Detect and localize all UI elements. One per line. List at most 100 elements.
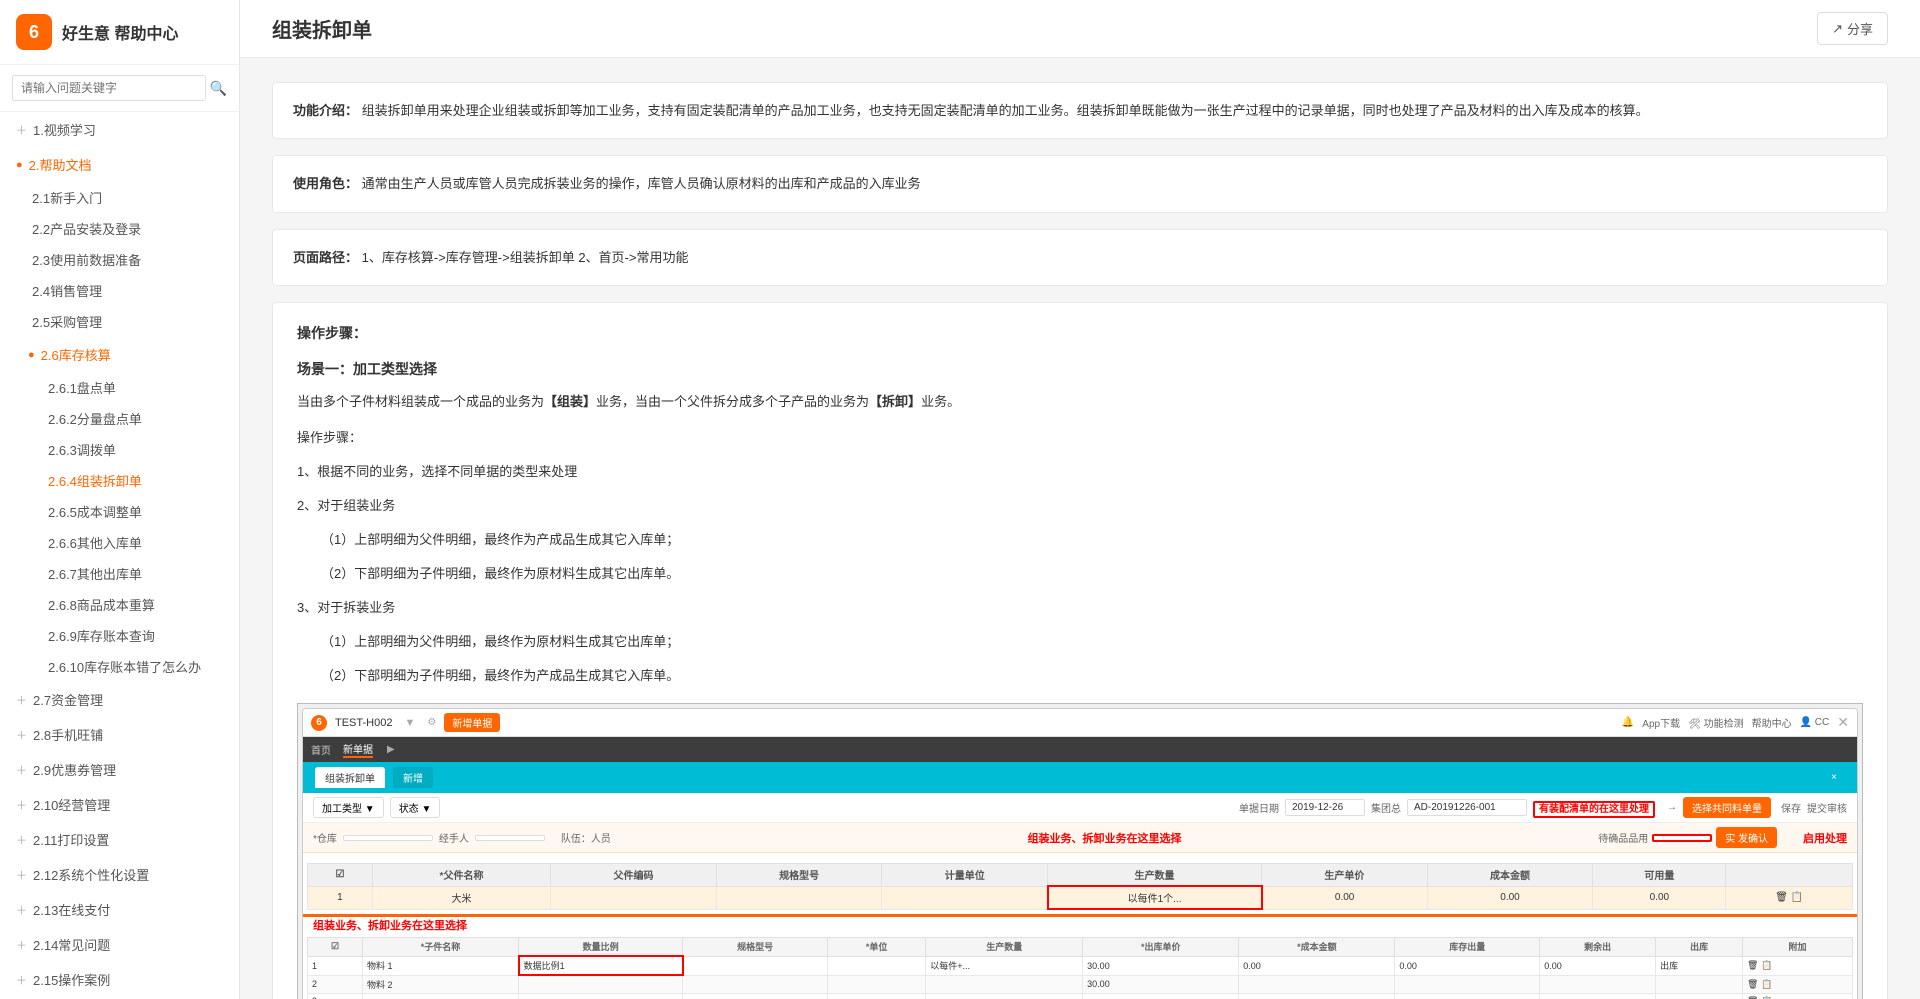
- step2-1: （1）上部明细为父件明细，最终作为产成品生成其它入库单；: [297, 527, 1863, 553]
- sidebar-item-count[interactable]: 2.6.1盘点单: [0, 372, 239, 403]
- sidebar-item-mobile[interactable]: ＋ 2.8手机旺铺: [0, 717, 239, 752]
- logo-area: 6 好生意 帮助中心: [0, 0, 239, 65]
- sidebar-item-purchase[interactable]: 2.5采购管理: [0, 306, 239, 337]
- col-parent-code: 父件编码: [551, 864, 717, 887]
- app-logo-small: 6: [311, 715, 327, 731]
- parent-table-section: ☑ *父件名称 父件编码 规格型号 计量单位 生产数量 生产单价 成本金额 可用…: [303, 853, 1857, 914]
- sidebar-item-label: 2.帮助文档: [29, 155, 92, 174]
- warehouse-field[interactable]: [343, 835, 433, 841]
- collapse-icon: ●: [16, 159, 23, 171]
- role-text: 通常由生产人员或库管人员完成拆装业务的操作，库管人员确认原材料的出库和产成品的入…: [362, 176, 921, 191]
- sidebar-item-stock-wrong[interactable]: 2.6.10库存账本错了怎么办: [0, 651, 239, 682]
- teal-tab-new[interactable]: 新增: [393, 767, 433, 788]
- btn-select-bom[interactable]: 选择共同料单量: [1683, 797, 1771, 818]
- search-button[interactable]: 🔍: [210, 80, 227, 97]
- btn-type-select[interactable]: 加工类型 ▼: [313, 797, 384, 818]
- role-label: 使用角色：: [293, 176, 358, 191]
- fake-nav-stock[interactable]: 新单据: [343, 741, 373, 758]
- sidebar: 6 好生意 帮助中心 🔍 ＋ 1.视频学习 ● 2.帮助文档 2.1新手入门 2…: [0, 0, 240, 999]
- step3-1: （1）上部明细为父件明细，最终作为原材料生成其它出库单；: [297, 629, 1863, 655]
- window-id: TEST-H002: [335, 717, 392, 729]
- new-doc-btn[interactable]: 新增单据: [444, 713, 500, 732]
- bill-date-field[interactable]: 2019-12-26: [1285, 799, 1365, 816]
- sidebar-item-label: 2.14常见问题: [33, 935, 110, 954]
- table-row: 2 物料 2 30.00: [308, 975, 1853, 993]
- form-row: *仓库 经手人 队伍：人员 组装业务、拆卸业务在这里选择 待确品品用: [303, 823, 1857, 853]
- search-input[interactable]: [12, 75, 206, 101]
- sidebar-item-label: 1.视频学习: [33, 120, 96, 139]
- intro-label: 功能介绍：: [293, 103, 358, 118]
- expand-icon: ＋: [16, 762, 27, 778]
- sidebar-item-online-pay[interactable]: ＋ 2.13在线支付: [0, 892, 239, 927]
- sidebar-item-install[interactable]: 2.2产品安装及登录: [0, 213, 239, 244]
- intro-text: 组装拆卸单用来处理企业组装或拆卸等加工业务，支持有固定装配清单的产品加工业务，也…: [362, 103, 1649, 118]
- sidebar-item-coupon[interactable]: ＋ 2.9优惠券管理: [0, 752, 239, 787]
- expand-icon: ＋: [16, 692, 27, 708]
- col-avail: 可用量: [1593, 864, 1726, 887]
- expand-icon: ＋: [16, 972, 27, 988]
- sidebar-item-custom[interactable]: ＋ 2.12系统个性化设置: [0, 857, 239, 892]
- logo-icon: 6: [16, 14, 52, 50]
- divider: 组装业务、拆卸业务在这里选择: [303, 914, 1857, 917]
- btn-status[interactable]: 状态 ▼: [390, 797, 441, 818]
- topbar: 组装拆卸单 ↗ 分享: [240, 0, 1920, 58]
- sidebar-item-newbie[interactable]: 2.1新手入门: [0, 182, 239, 213]
- confirm-btn[interactable]: 实 发确认: [1716, 827, 1777, 848]
- share-label: 分享: [1847, 19, 1873, 38]
- share-button[interactable]: ↗ 分享: [1817, 12, 1888, 45]
- sidebar-item-faq[interactable]: ＋ 2.14常见问题: [0, 927, 239, 962]
- nav-menu: ＋ 1.视频学习 ● 2.帮助文档 2.1新手入门 2.2产品安装及登录 2.3…: [0, 112, 239, 997]
- col-parent-name: *父件名称: [372, 864, 550, 887]
- steps-section: 操作步骤： 场景一：加工类型选择 当由多个子件材料组装成一个成品的业务为【组装】…: [272, 302, 1888, 999]
- sidebar-item-split-count[interactable]: 2.6.2分量盘点单: [0, 403, 239, 434]
- fake-nav-home[interactable]: 首页: [311, 742, 331, 757]
- handler-field[interactable]: [475, 835, 545, 841]
- expand-icon: ＋: [16, 122, 27, 138]
- table-row: 1 物料 1 数据比例1 以每件+... 30.00 0.00 0.00: [308, 956, 1853, 975]
- sidebar-item-label: 2.13在线支付: [33, 900, 110, 919]
- step1: 1、根据不同的业务，选择不同单据的类型来处理: [297, 459, 1863, 485]
- ops-sub-title: 操作步骤：: [297, 425, 1863, 451]
- sidebar-item-assembly[interactable]: 2.6.4组装拆卸单: [0, 465, 239, 496]
- teal-tab-list[interactable]: 组装拆卸单: [315, 767, 385, 788]
- sidebar-item-data[interactable]: 2.3使用前数据准备: [0, 244, 239, 275]
- toolbar-row: 加工类型 ▼ 状态 ▼ 单据日期 2019-12-26 集团总 AD-20191…: [303, 793, 1857, 823]
- bill-no-field[interactable]: AD-20191226-001: [1407, 799, 1527, 816]
- collapse-icon: ●: [28, 349, 35, 361]
- sidebar-item-cases[interactable]: ＋ 2.15操作案例: [0, 962, 239, 997]
- sidebar-item-label: 2.7资金管理: [33, 690, 103, 709]
- expand-icon: ＋: [16, 867, 27, 883]
- sidebar-item-operations[interactable]: ＋ 2.10经营管理: [0, 787, 239, 822]
- sidebar-item-label: 2.8手机旺铺: [33, 725, 103, 744]
- sidebar-item-video[interactable]: ＋ 1.视频学习: [0, 112, 239, 147]
- apply-field[interactable]: [1652, 834, 1712, 842]
- sidebar-item-sales[interactable]: 2.4销售管理: [0, 275, 239, 306]
- annotation1-box: 有装配清单的在这里处理: [1533, 801, 1655, 818]
- app-icon: 🔔: [1622, 717, 1634, 728]
- sidebar-item-cost-recalc[interactable]: 2.6.8商品成本重算: [0, 589, 239, 620]
- sidebar-item-cost-adjust[interactable]: 2.6.5成本调整单: [0, 496, 239, 527]
- sidebar-item-stock-query[interactable]: 2.6.9库存账本查询: [0, 620, 239, 651]
- sidebar-item-label: 2.9优惠券管理: [33, 760, 116, 779]
- sidebar-item-other-out[interactable]: 2.6.7其他出库单: [0, 558, 239, 589]
- step3: 3、对于拆装业务: [297, 595, 1863, 621]
- table-row: 1 大米 以每件1个... 0.00 0.00 0.00 🗑 📋: [308, 886, 1853, 909]
- sidebar-item-dispatch[interactable]: 2.6.3调拨单: [0, 434, 239, 465]
- screenshot-container: 6 TEST-H002 ▼ ⚙ 新增单据 🔔 App下载 🛠 功能检测 帮助中心…: [297, 703, 1863, 999]
- col-cost: 成本金额: [1427, 864, 1593, 887]
- sidebar-item-docs[interactable]: ● 2.帮助文档: [0, 147, 239, 182]
- sidebar-item-finance[interactable]: ＋ 2.7资金管理: [0, 682, 239, 717]
- col-check: ☑: [308, 864, 373, 887]
- sidebar-item-other-in[interactable]: 2.6.6其他入库单: [0, 527, 239, 558]
- intro-block: 功能介绍： 组装拆卸单用来处理企业组装或拆卸等加工业务，支持有固定装配清单的产品…: [272, 82, 1888, 139]
- sidebar-item-print[interactable]: ＋ 2.11打印设置: [0, 822, 239, 857]
- path-block: 页面路径： 1、库存核算->库存管理->组装拆卸单 2、首页->常用功能: [272, 229, 1888, 286]
- table-row: 3🗑 📋: [308, 993, 1853, 999]
- step3-2: （2）下部明细为子件明细，最终作为产成品生成其它入库单。: [297, 663, 1863, 689]
- col-unit: 计量单位: [882, 864, 1048, 887]
- search-area: 🔍: [0, 65, 239, 112]
- expand-icon: ＋: [16, 797, 27, 813]
- role-block: 使用角色： 通常由生产人员或库管人员完成拆装业务的操作，库管人员确认原材料的出库…: [272, 155, 1888, 212]
- sidebar-item-inventory[interactable]: ● 2.6库存核算: [0, 337, 239, 372]
- col-actions: [1726, 864, 1853, 887]
